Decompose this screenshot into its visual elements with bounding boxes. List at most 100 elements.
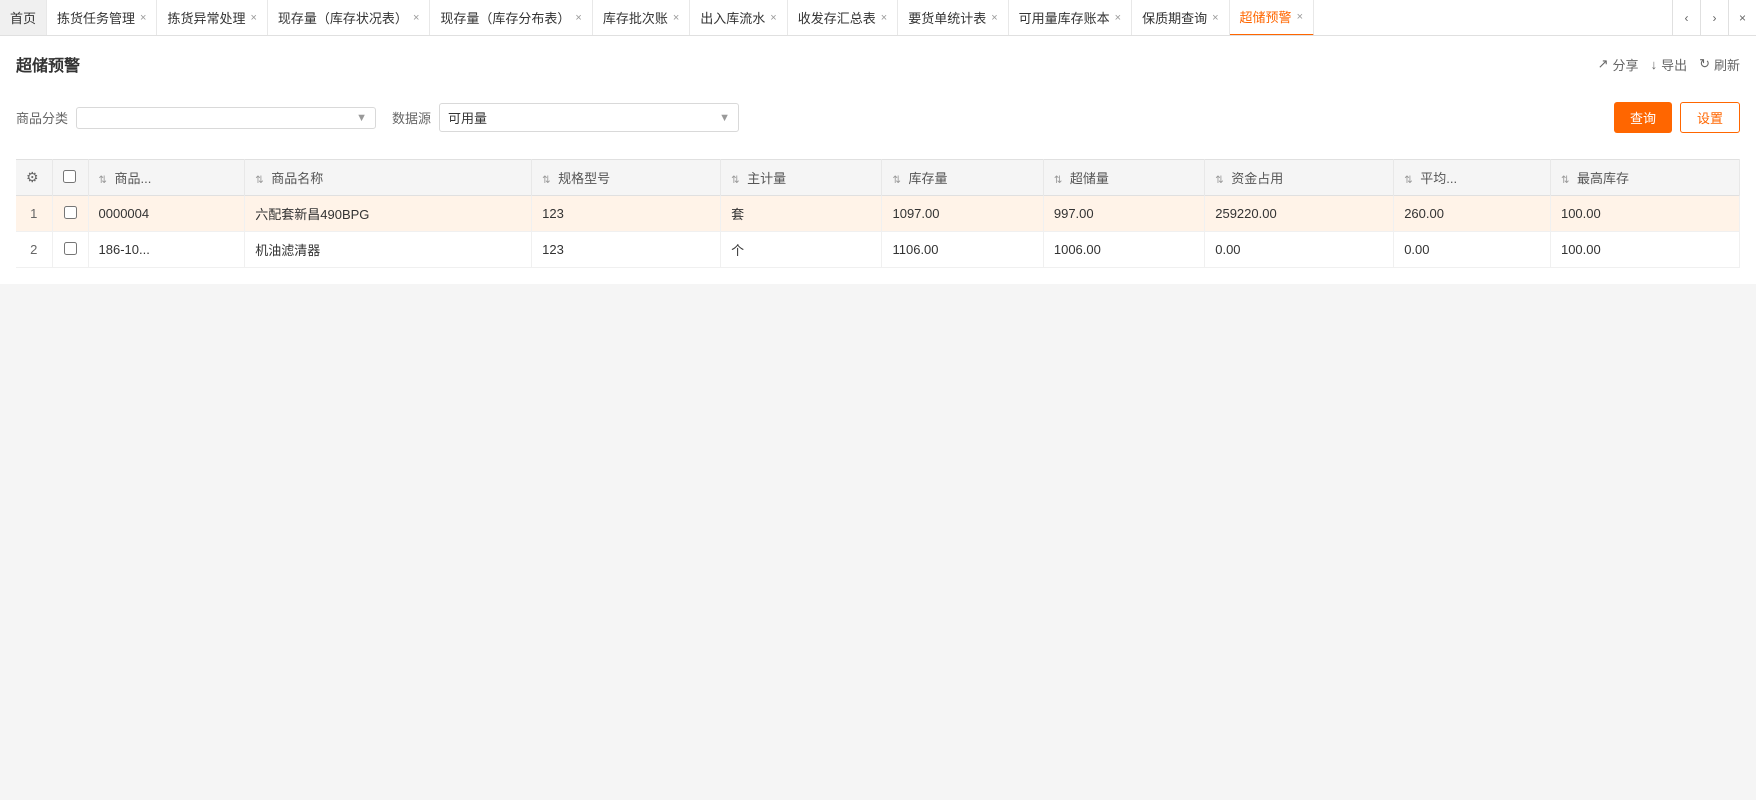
nav-tab-5[interactable]: 出入库流水 × bbox=[690, 0, 787, 36]
cell-product-name: 机油滤清器 bbox=[245, 232, 532, 268]
row-checkbox-cell bbox=[52, 232, 88, 268]
close-tab-6[interactable]: × bbox=[881, 12, 887, 24]
sort-icon-capital: ⇅ bbox=[1215, 175, 1223, 186]
category-filter: 商品分类 ▼ bbox=[16, 107, 376, 129]
th-max-stock[interactable]: ⇅ 最高库存 bbox=[1550, 160, 1739, 196]
row-checkbox-cell bbox=[52, 196, 88, 232]
datasource-label: 数据源 bbox=[392, 108, 431, 127]
select-all-checkbox[interactable] bbox=[63, 170, 76, 183]
row-checkbox-0[interactable] bbox=[64, 206, 77, 219]
filter-buttons: 查询 设置 bbox=[1614, 102, 1740, 133]
close-tab-0[interactable]: × bbox=[140, 12, 146, 24]
share-icon: ↗ bbox=[1598, 56, 1609, 72]
cell-unit: 套 bbox=[721, 196, 882, 232]
sort-icon-max-stock: ⇅ bbox=[1561, 175, 1569, 186]
sort-icon-spec: ⇅ bbox=[542, 175, 550, 186]
cell-over-stock: 1006.00 bbox=[1043, 232, 1204, 268]
page-title: 超储预警 bbox=[16, 52, 80, 76]
nav-more-btn[interactable]: × bbox=[1728, 0, 1756, 36]
refresh-icon: ↻ bbox=[1699, 56, 1710, 72]
th-unit[interactable]: ⇅ 主计量 bbox=[721, 160, 882, 196]
refresh-button[interactable]: ↻ 刷新 bbox=[1699, 55, 1740, 74]
th-product-name[interactable]: ⇅ 商品名称 bbox=[245, 160, 532, 196]
close-tab-9[interactable]: × bbox=[1212, 12, 1218, 24]
nav-arrows: ‹ › × bbox=[1672, 0, 1756, 36]
table-body: 1 0000004 六配套新昌490BPG 123 套 1097.00 997.… bbox=[16, 196, 1740, 268]
nav-tab-6[interactable]: 收发存汇总表 × bbox=[788, 0, 898, 36]
row-index: 2 bbox=[16, 232, 52, 268]
close-tab-2[interactable]: × bbox=[413, 12, 419, 24]
cell-max-stock: 100.00 bbox=[1550, 232, 1739, 268]
nav-tab-3[interactable]: 现存量（库存分布表） × bbox=[430, 0, 592, 36]
close-tab-3[interactable]: × bbox=[575, 12, 581, 24]
category-label: 商品分类 bbox=[16, 108, 68, 127]
cell-avg: 260.00 bbox=[1394, 196, 1551, 232]
nav-tab-7[interactable]: 要货单统计表 × bbox=[898, 0, 1008, 36]
cell-stock: 1097.00 bbox=[882, 196, 1043, 232]
nav-next-btn[interactable]: › bbox=[1700, 0, 1728, 36]
data-table: ⚙ ⇅ 商品... ⇅ 商品名称 ⇅ 规格型号 ⇅ bbox=[16, 159, 1740, 268]
row-index: 1 bbox=[16, 196, 52, 232]
cell-capital: 259220.00 bbox=[1205, 196, 1394, 232]
cell-over-stock: 997.00 bbox=[1043, 196, 1204, 232]
export-button[interactable]: ↓ 导出 bbox=[1651, 55, 1688, 74]
nav-tab-8[interactable]: 可用量库存账本 × bbox=[1009, 0, 1132, 36]
row-checkbox-1[interactable] bbox=[64, 242, 77, 255]
query-button[interactable]: 查询 bbox=[1614, 102, 1672, 133]
close-tab-8[interactable]: × bbox=[1115, 12, 1121, 24]
table-row[interactable]: 2 186-10... 机油滤清器 123 个 1106.00 1006.00 … bbox=[16, 232, 1740, 268]
nav-tab-10[interactable]: 超储预警 × bbox=[1230, 0, 1314, 36]
header-actions: ↗ 分享 ↓ 导出 ↻ 刷新 bbox=[1598, 55, 1740, 74]
cell-spec: 123 bbox=[532, 196, 721, 232]
th-stock[interactable]: ⇅ 库存量 bbox=[882, 160, 1043, 196]
close-tab-1[interactable]: × bbox=[250, 12, 256, 24]
nav-tab-2[interactable]: 现存量（库存状况表） × bbox=[268, 0, 430, 36]
close-tab-10[interactable]: × bbox=[1297, 11, 1303, 23]
cell-max-stock: 100.00 bbox=[1550, 196, 1739, 232]
category-arrow-icon: ▼ bbox=[356, 112, 367, 124]
cell-product-code: 186-10... bbox=[88, 232, 245, 268]
sort-icon-product-name: ⇅ bbox=[255, 175, 263, 186]
share-button[interactable]: ↗ 分享 bbox=[1598, 55, 1639, 74]
th-gear[interactable]: ⚙ bbox=[16, 160, 52, 196]
datasource-filter: 数据源 可用量 ▼ bbox=[392, 103, 739, 132]
datasource-select[interactable]: 可用量 ▼ bbox=[439, 103, 739, 132]
category-select[interactable]: ▼ bbox=[76, 107, 376, 129]
th-product-code[interactable]: ⇅ 商品... bbox=[88, 160, 245, 196]
settings-button[interactable]: 设置 bbox=[1680, 102, 1740, 133]
close-tab-7[interactable]: × bbox=[991, 12, 997, 24]
sort-icon-unit: ⇅ bbox=[731, 175, 739, 186]
nav-tab-0[interactable]: 拣货任务管理 × bbox=[47, 0, 157, 36]
cell-avg: 0.00 bbox=[1394, 232, 1551, 268]
nav-tab-9[interactable]: 保质期查询 × bbox=[1132, 0, 1229, 36]
nav-prev-btn[interactable]: ‹ bbox=[1672, 0, 1700, 36]
close-tab-5[interactable]: × bbox=[770, 12, 776, 24]
sort-icon-avg: ⇅ bbox=[1404, 175, 1412, 186]
nav-tab-1[interactable]: 拣货异常处理 × bbox=[157, 0, 267, 36]
cell-spec: 123 bbox=[532, 232, 721, 268]
cell-unit: 个 bbox=[721, 232, 882, 268]
nav-bar: 首页 拣货任务管理 × 拣货异常处理 × 现存量（库存状况表） × 现存量（库存… bbox=[0, 0, 1756, 36]
th-spec[interactable]: ⇅ 规格型号 bbox=[532, 160, 721, 196]
nav-tab-4[interactable]: 库存批次账 × bbox=[593, 0, 690, 36]
page-header: 超储预警 ↗ 分享 ↓ 导出 ↻ 刷新 bbox=[16, 52, 1740, 76]
table-row[interactable]: 1 0000004 六配套新昌490BPG 123 套 1097.00 997.… bbox=[16, 196, 1740, 232]
table-header-row: ⚙ ⇅ 商品... ⇅ 商品名称 ⇅ 规格型号 ⇅ bbox=[16, 160, 1740, 196]
th-capital[interactable]: ⇅ 资金占用 bbox=[1205, 160, 1394, 196]
datasource-value: 可用量 bbox=[448, 108, 487, 127]
sort-icon-stock: ⇅ bbox=[892, 175, 900, 186]
gear-icon[interactable]: ⚙ bbox=[26, 169, 39, 185]
close-tab-4[interactable]: × bbox=[673, 12, 679, 24]
page-content: 超储预警 ↗ 分享 ↓ 导出 ↻ 刷新 商品分类 ▼ 数据源 bbox=[0, 36, 1756, 284]
th-avg[interactable]: ⇅ 平均... bbox=[1394, 160, 1551, 196]
cell-product-name: 六配套新昌490BPG bbox=[245, 196, 532, 232]
cell-stock: 1106.00 bbox=[882, 232, 1043, 268]
th-over-stock[interactable]: ⇅ 超储量 bbox=[1043, 160, 1204, 196]
cell-product-code: 0000004 bbox=[88, 196, 245, 232]
export-icon: ↓ bbox=[1651, 57, 1658, 72]
sort-icon-over-stock: ⇅ bbox=[1054, 175, 1062, 186]
cell-capital: 0.00 bbox=[1205, 232, 1394, 268]
nav-home[interactable]: 首页 bbox=[0, 0, 47, 36]
th-checkbox bbox=[52, 160, 88, 196]
filter-area: 商品分类 ▼ 数据源 可用量 ▼ 查询 设置 bbox=[16, 92, 1740, 143]
